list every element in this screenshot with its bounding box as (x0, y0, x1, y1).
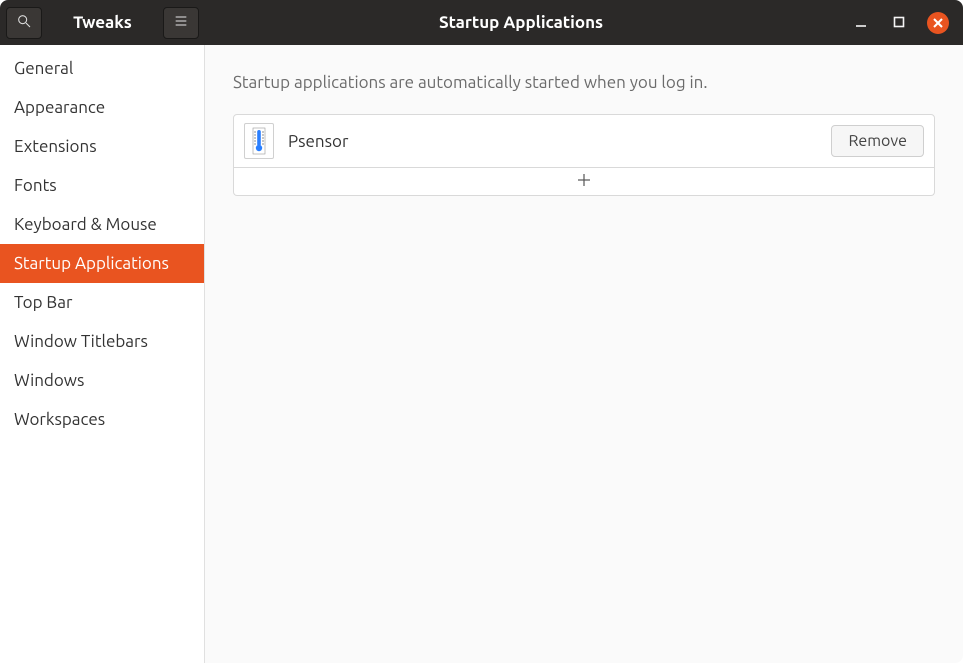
remove-button[interactable]: Remove (831, 125, 924, 157)
sidebar-item-extensions[interactable]: Extensions (0, 127, 204, 166)
hamburger-icon (173, 13, 189, 33)
sidebar-item-label: General (14, 59, 73, 78)
minimize-button[interactable] (851, 13, 871, 33)
sidebar-item-fonts[interactable]: Fonts (0, 166, 204, 205)
titlebar: Tweaks Startup Applications (0, 0, 963, 45)
startup-app-name: Psensor (288, 132, 817, 151)
description-text: Startup applications are automatically s… (233, 73, 935, 92)
sidebar-item-appearance[interactable]: Appearance (0, 88, 204, 127)
sidebar-item-label: Workspaces (14, 410, 105, 429)
search-button[interactable] (6, 7, 42, 39)
sidebar-item-workspaces[interactable]: Workspaces (0, 400, 204, 439)
close-button[interactable] (927, 12, 949, 34)
page-title: Startup Applications (205, 13, 837, 32)
menu-button[interactable] (163, 7, 199, 39)
sidebar-item-label: Window Titlebars (14, 332, 148, 351)
sidebar-item-label: Startup Applications (14, 254, 169, 273)
sidebar-item-label: Appearance (14, 98, 105, 117)
startup-app-row: Psensor Remove (233, 114, 935, 168)
sidebar-item-label: Extensions (14, 137, 97, 156)
maximize-icon (893, 14, 905, 32)
search-icon (16, 13, 32, 33)
plus-icon (577, 173, 591, 191)
app-title: Tweaks (46, 13, 159, 32)
sidebar-item-label: Windows (14, 371, 84, 390)
sidebar: General Appearance Extensions Fonts Keyb… (0, 45, 205, 663)
sidebar-item-window-titlebars[interactable]: Window Titlebars (0, 322, 204, 361)
sidebar-item-keyboard-mouse[interactable]: Keyboard & Mouse (0, 205, 204, 244)
sidebar-item-label: Keyboard & Mouse (14, 215, 157, 234)
sidebar-item-label: Fonts (14, 176, 57, 195)
thermometer-icon (244, 123, 274, 159)
window-body: General Appearance Extensions Fonts Keyb… (0, 45, 963, 663)
sidebar-item-label: Top Bar (14, 293, 72, 312)
sidebar-item-top-bar[interactable]: Top Bar (0, 283, 204, 322)
close-icon (933, 14, 943, 32)
sidebar-item-windows[interactable]: Windows (0, 361, 204, 400)
titlebar-left: Tweaks (0, 0, 205, 45)
startup-app-list: Psensor Remove (233, 114, 935, 196)
window-controls (837, 12, 963, 34)
sidebar-item-startup-applications[interactable]: Startup Applications (0, 244, 204, 283)
minimize-icon (855, 14, 867, 32)
maximize-button[interactable] (889, 13, 909, 33)
add-startup-app-button[interactable] (233, 168, 935, 196)
sidebar-item-general[interactable]: General (0, 49, 204, 88)
content: Startup applications are automatically s… (205, 45, 963, 663)
window: Tweaks Startup Applications (0, 0, 963, 663)
